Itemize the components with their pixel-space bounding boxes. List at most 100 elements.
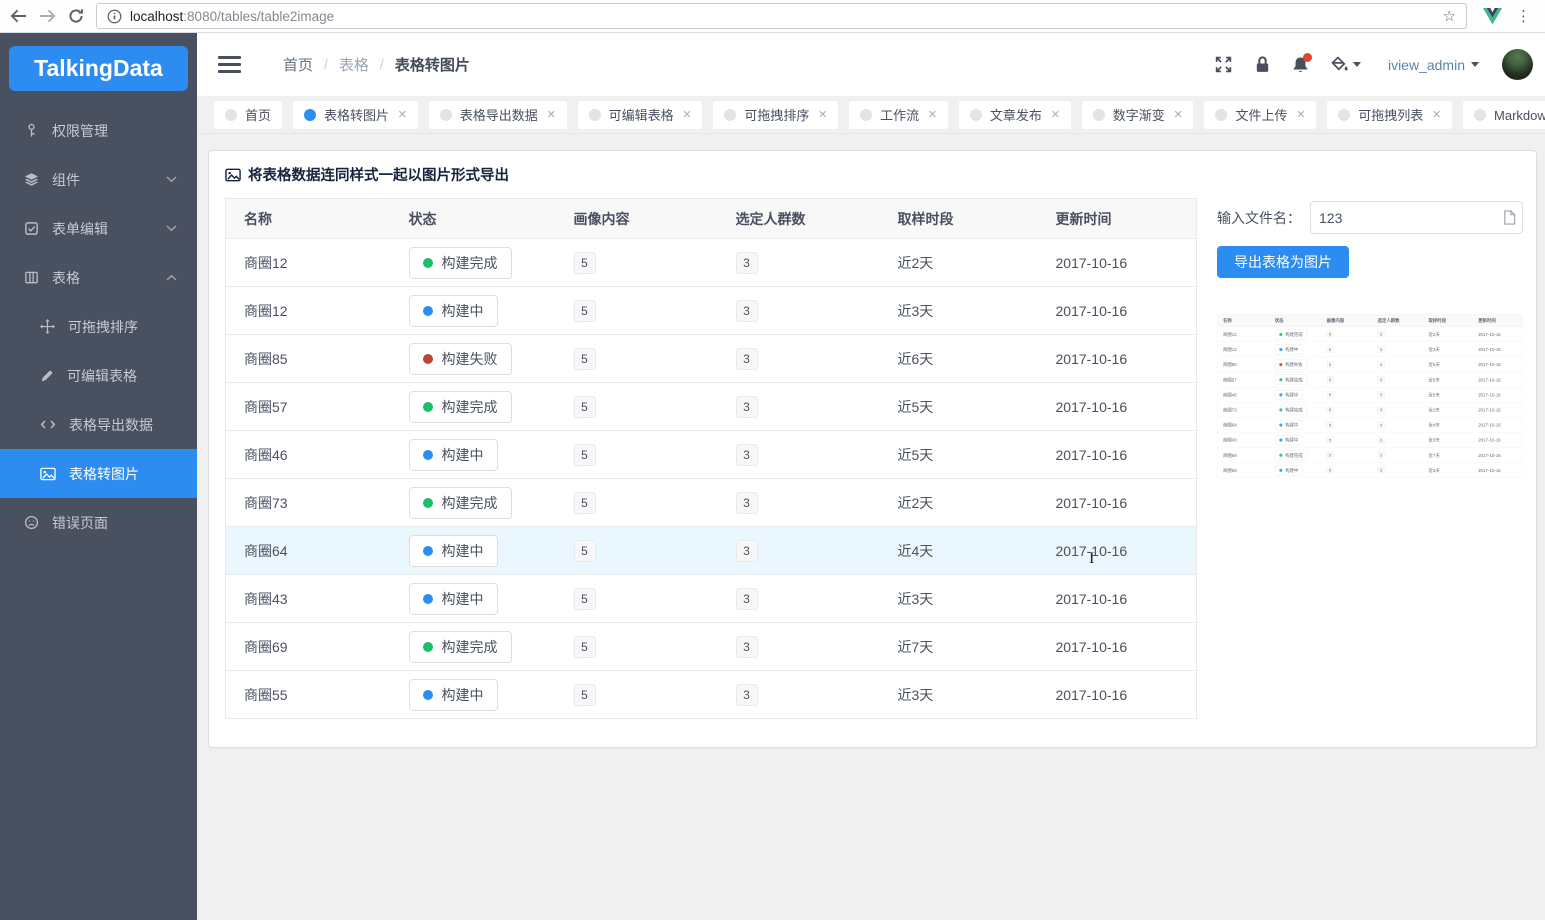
tab-item[interactable]: 可拖拽排序 × <box>712 99 840 130</box>
status-label: 构建中 <box>441 542 484 559</box>
cell-updated: 2017-10-16 <box>1037 670 1197 719</box>
tab-close-icon[interactable]: × <box>1051 107 1060 122</box>
status-button[interactable]: 构建中 <box>408 678 498 711</box>
tab-item[interactable]: 可拖拽列表 × <box>1326 99 1454 130</box>
tab-item[interactable]: Markdown编辑器× <box>1462 99 1545 130</box>
breadcrumb-home[interactable]: 首页 <box>283 54 313 75</box>
status-button[interactable]: 构建中 <box>408 438 498 471</box>
tab-item[interactable]: 数字渐变 × <box>1080 99 1195 130</box>
theme-switch-icon[interactable] <box>1330 56 1361 73</box>
table-row[interactable]: 商圈12 构建完成 5 3 近2天 2017-10-16 <box>225 238 1197 287</box>
cell-name: 商圈12 <box>225 286 391 335</box>
table-row[interactable]: 商圈12 构建中 5 3 近3天 2017-10-16 <box>225 286 1197 335</box>
status-dot-icon <box>422 257 433 268</box>
browser-back-button[interactable] <box>10 9 27 23</box>
sidebar-item[interactable]: 表格 <box>0 253 197 302</box>
filename-input[interactable] <box>1310 201 1523 234</box>
tab-close-icon[interactable]: × <box>547 107 556 122</box>
browser-refresh-button[interactable] <box>68 8 84 24</box>
browser-chrome: localhost:8080/tables/table2image ☆ ⋮ <box>0 0 1545 33</box>
collapse-menu-button[interactable] <box>218 56 241 73</box>
portrait-count-tag: 5 <box>573 347 596 370</box>
tab-close-icon[interactable]: × <box>683 107 692 122</box>
vue-devtools-icon[interactable] <box>1483 7 1502 25</box>
page-content: 将表格数据连同样式一起以图片形式导出 名称 状态 画像内容 选定人群数 取样时段 更新时间… <box>197 134 1545 920</box>
tab-item[interactable]: 文件上传 × <box>1203 99 1318 130</box>
cell-audience-count: 3 <box>717 286 880 335</box>
browser-forward-button[interactable] <box>39 9 56 23</box>
audience-count-tag: 3 <box>735 395 758 418</box>
sidebar-item[interactable]: 表单编辑 <box>0 204 197 253</box>
status-button[interactable]: 构建完成 <box>408 630 512 663</box>
chevron-up-icon <box>166 274 177 281</box>
cell-audience-count: 3 <box>717 382 880 431</box>
avatar[interactable] <box>1502 49 1533 80</box>
fullscreen-icon[interactable] <box>1214 55 1233 74</box>
sidebar-subitem[interactable]: 可编辑表格 <box>0 351 197 400</box>
table-row[interactable]: 商圈57 构建完成 5 3 近5天 2017-10-16 <box>225 382 1197 431</box>
sidebar-item[interactable]: 组件 <box>0 155 197 204</box>
tab-close-icon[interactable]: × <box>398 107 407 122</box>
tab-close-icon[interactable]: × <box>818 107 827 122</box>
browser-menu-icon[interactable]: ⋮ <box>1516 7 1531 25</box>
breadcrumb-tables[interactable]: 表格 <box>339 54 369 75</box>
sidebar-subitem[interactable]: 表格导出数据 <box>0 400 197 449</box>
tab-item[interactable]: 首页 <box>213 99 284 130</box>
cell-status: 构建中 <box>390 286 556 335</box>
cell-portrait-count: 5 <box>555 382 718 431</box>
cell-status: 构建中 <box>390 670 556 719</box>
table-row[interactable]: 商圈46 构建中 5 3 近5天 2017-10-16 <box>225 430 1197 479</box>
user-menu[interactable]: iview_admin <box>1388 57 1479 73</box>
status-button[interactable]: 构建完成 <box>408 486 512 519</box>
notification-badge <box>1302 52 1312 62</box>
lock-icon[interactable] <box>1254 55 1271 74</box>
cell-audience-count: 3 <box>717 478 880 527</box>
cell-updated: 2017-10-16 <box>1037 430 1197 479</box>
cell-audience-count: 3 <box>717 430 880 479</box>
sidebar-subitem-label: 可编辑表格 <box>67 367 137 384</box>
tab-item[interactable]: 表格导出数据 × <box>427 99 568 130</box>
tab-close-icon[interactable]: × <box>1432 107 1441 122</box>
sidebar-item-label: 权限管理 <box>52 122 108 139</box>
table-row[interactable]: 商圈64 构建中 5 3 近4天 2017-10-16 <box>225 526 1197 575</box>
page-info-icon[interactable] <box>107 9 122 24</box>
tab-item[interactable]: 工作流 × <box>848 99 949 130</box>
status-button[interactable]: 构建失败 <box>408 342 512 375</box>
cell-name: 商圈12 <box>225 238 391 287</box>
portrait-count-tag: 5 <box>573 299 596 322</box>
cell-updated: 2017-10-16 <box>1037 238 1197 287</box>
sidebar-subitem[interactable]: 可拖拽排序 <box>0 302 197 351</box>
export-table-button[interactable]: 导出表格为图片 <box>1217 246 1349 278</box>
address-bar[interactable]: localhost:8080/tables/table2image ☆ <box>96 3 1467 29</box>
status-button[interactable]: 构建中 <box>408 534 498 567</box>
table-row[interactable]: 商圈85 构建失败 5 3 近6天 2017-10-16 <box>225 334 1197 383</box>
status-label: 构建失败 <box>441 350 498 367</box>
table-row[interactable]: 商圈43 构建中 5 3 近3天 2017-10-16 <box>225 574 1197 623</box>
table-row[interactable]: 商圈73 构建完成 5 3 近2天 2017-10-16 <box>225 478 1197 527</box>
tab-status-dot <box>860 108 873 121</box>
tab-item[interactable]: 表格转图片 × <box>292 99 419 130</box>
notifications-bell-icon[interactable] <box>1292 52 1312 74</box>
tab-item[interactable]: 可编辑表格 × <box>576 99 704 130</box>
status-button[interactable]: 构建完成 <box>408 246 512 279</box>
status-button[interactable]: 构建中 <box>408 582 498 615</box>
tab-item[interactable]: 文章发布 × <box>957 99 1072 130</box>
status-button[interactable]: 构建中 <box>408 294 498 327</box>
pencil-icon <box>40 369 54 383</box>
tab-close-icon[interactable]: × <box>928 107 937 122</box>
tab-close-icon[interactable]: × <box>1297 107 1306 122</box>
cell-portrait-count: 5 <box>555 526 718 575</box>
sidebar-item[interactable]: 错误页面 <box>0 498 197 547</box>
table-row[interactable]: 商圈69 构建完成 5 3 近7天 2017-10-16 <box>225 622 1197 671</box>
tab-close-icon[interactable]: × <box>1174 107 1183 122</box>
sidebar: TalkingData 权限管理 组件 表单编辑 表格 可拖拽排序 可编辑表格 表格导出数据… <box>0 33 197 920</box>
sidebar-item[interactable]: 权限管理 <box>0 106 197 155</box>
portrait-count-tag: 5 <box>573 683 596 706</box>
tab-label: 文件上传 <box>1235 108 1288 123</box>
status-dot-icon <box>422 545 433 556</box>
sidebar-item-label: 错误页面 <box>52 514 108 531</box>
table-row[interactable]: 商圈55 构建中 5 3 近3天 2017-10-16 <box>225 670 1197 719</box>
status-button[interactable]: 构建完成 <box>408 390 512 423</box>
sidebar-subitem[interactable]: 表格转图片 <box>0 449 197 498</box>
bookmark-star-icon[interactable]: ☆ <box>1443 7 1456 25</box>
